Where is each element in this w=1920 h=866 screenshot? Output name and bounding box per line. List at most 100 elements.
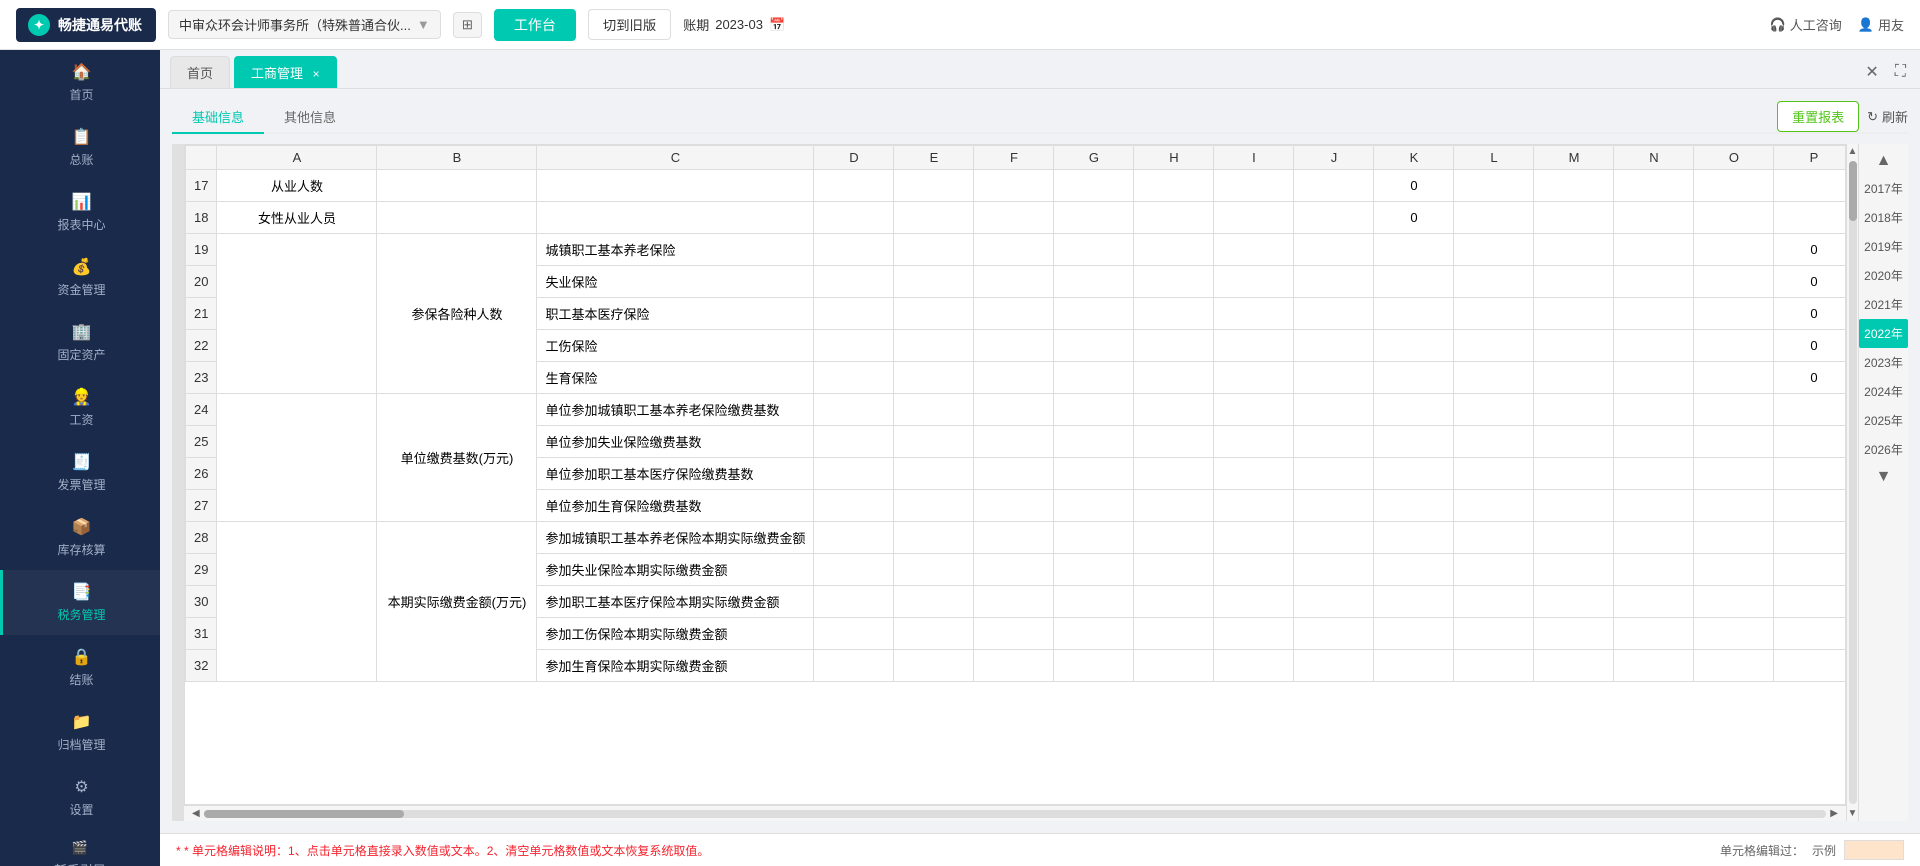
cell-24-j[interactable]: [1294, 394, 1374, 426]
cell-32-j[interactable]: [1294, 650, 1374, 682]
col-header-e[interactable]: E: [894, 146, 974, 170]
col-header-a[interactable]: A: [217, 146, 377, 170]
sidebar-item-asset[interactable]: 🏢 固定资产: [0, 310, 160, 375]
cell-21-h[interactable]: [1134, 298, 1214, 330]
year-item-2023[interactable]: 2023年: [1859, 348, 1908, 377]
cell-25-f[interactable]: [974, 426, 1054, 458]
cell-31-c[interactable]: 参加工伤保险本期实际缴费金额: [537, 618, 814, 650]
cell-24-g[interactable]: [1054, 394, 1134, 426]
cell-21-m[interactable]: [1534, 298, 1614, 330]
col-header-b[interactable]: B: [377, 146, 537, 170]
cell-30-g[interactable]: [1054, 586, 1134, 618]
reset-report-button[interactable]: 重置报表: [1777, 101, 1859, 132]
cell-32-p[interactable]: [1774, 650, 1846, 682]
cell-19-k[interactable]: [1374, 234, 1454, 266]
cell-26-d[interactable]: [814, 458, 894, 490]
cell-31-l[interactable]: [1454, 618, 1534, 650]
cell-25-g[interactable]: [1054, 426, 1134, 458]
year-item-2017[interactable]: 2017年: [1859, 174, 1908, 203]
cell-18-g[interactable]: [1054, 202, 1134, 234]
cell-18-j[interactable]: [1294, 202, 1374, 234]
cell-20-c[interactable]: 失业保险: [537, 266, 814, 298]
year-item-2021[interactable]: 2021年: [1859, 290, 1908, 319]
cell-26-p[interactable]: [1774, 458, 1846, 490]
vscroll-down-button[interactable]: ▼: [1847, 806, 1859, 821]
cell-28-g[interactable]: [1054, 522, 1134, 554]
cell-31-e[interactable]: [894, 618, 974, 650]
cell-21-e[interactable]: [894, 298, 974, 330]
cell-27-d[interactable]: [814, 490, 894, 522]
cell-31-j[interactable]: [1294, 618, 1374, 650]
cell-27-c[interactable]: 单位参加生育保险缴费基数: [537, 490, 814, 522]
cell-18-e[interactable]: [894, 202, 974, 234]
cell-31-o[interactable]: [1694, 618, 1774, 650]
hscroll-left-button[interactable]: ◀: [188, 806, 204, 821]
sidebar-item-home[interactable]: 🏠 首页: [0, 50, 160, 115]
cell-27-k[interactable]: [1374, 490, 1454, 522]
cell-26-n[interactable]: [1614, 458, 1694, 490]
cell-29-i[interactable]: [1214, 554, 1294, 586]
cell-31-k[interactable]: [1374, 618, 1454, 650]
cell-26-e[interactable]: [894, 458, 974, 490]
cell-20-p[interactable]: 0: [1774, 266, 1846, 298]
cell-22-k[interactable]: [1374, 330, 1454, 362]
cell-26-c[interactable]: 单位参加职工基本医疗保险缴费基数: [537, 458, 814, 490]
cell-30-c[interactable]: 参加职工基本医疗保险本期实际缴费金额: [537, 586, 814, 618]
cell-28-l[interactable]: [1454, 522, 1534, 554]
cell-22-l[interactable]: [1454, 330, 1534, 362]
cell-24-o[interactable]: [1694, 394, 1774, 426]
cell-25-l[interactable]: [1454, 426, 1534, 458]
sidebar-item-ledger[interactable]: 📋 总账: [0, 115, 160, 180]
cell-31-h[interactable]: [1134, 618, 1214, 650]
cell-23-f[interactable]: [974, 362, 1054, 394]
col-header-d[interactable]: D: [814, 146, 894, 170]
cell-28-h[interactable]: [1134, 522, 1214, 554]
cell-19-m[interactable]: [1534, 234, 1614, 266]
sidebar-item-payroll[interactable]: 👷 工资: [0, 375, 160, 440]
cell-18-b[interactable]: [377, 202, 537, 234]
cell-19-f[interactable]: [974, 234, 1054, 266]
cell-21-k[interactable]: [1374, 298, 1454, 330]
cell-21-d[interactable]: [814, 298, 894, 330]
cell-19-g[interactable]: [1054, 234, 1134, 266]
sidebar-item-inventory[interactable]: 📦 库存核算: [0, 505, 160, 570]
copy-button[interactable]: ⊞: [453, 12, 482, 38]
cell-17-n[interactable]: [1614, 170, 1694, 202]
cell-25-h[interactable]: [1134, 426, 1214, 458]
cell-19-i[interactable]: [1214, 234, 1294, 266]
cell-18-c[interactable]: [537, 202, 814, 234]
cell-17-g[interactable]: [1054, 170, 1134, 202]
service-button[interactable]: 🎧 人工咨询: [1770, 15, 1842, 34]
cell-32-h[interactable]: [1134, 650, 1214, 682]
cell-17-d[interactable]: [814, 170, 894, 202]
cell-18-a[interactable]: 女性从业人员: [217, 202, 377, 234]
cell-26-j[interactable]: [1294, 458, 1374, 490]
cell-24-a[interactable]: [217, 394, 377, 522]
cell-29-k[interactable]: [1374, 554, 1454, 586]
cell-27-n[interactable]: [1614, 490, 1694, 522]
cell-29-o[interactable]: [1694, 554, 1774, 586]
cell-24-m[interactable]: [1534, 394, 1614, 426]
sidebar-item-archive[interactable]: 📁 归档管理: [0, 700, 160, 765]
cell-28-c[interactable]: 参加城镇职工基本养老保险本期实际缴费金额: [537, 522, 814, 554]
refresh-button[interactable]: ↻ 刷新: [1867, 107, 1908, 126]
col-header-o[interactable]: O: [1694, 146, 1774, 170]
cell-26-f[interactable]: [974, 458, 1054, 490]
cell-29-c[interactable]: 参加失业保险本期实际缴费金额: [537, 554, 814, 586]
cell-25-j[interactable]: [1294, 426, 1374, 458]
cell-21-f[interactable]: [974, 298, 1054, 330]
cell-20-g[interactable]: [1054, 266, 1134, 298]
cell-22-n[interactable]: [1614, 330, 1694, 362]
year-item-2019[interactable]: 2019年: [1859, 232, 1908, 261]
cell-18-m[interactable]: [1534, 202, 1614, 234]
cell-29-p[interactable]: [1774, 554, 1846, 586]
cell-24-i[interactable]: [1214, 394, 1294, 426]
cell-32-l[interactable]: [1454, 650, 1534, 682]
cell-24-d[interactable]: [814, 394, 894, 426]
cell-25-c[interactable]: 单位参加失业保险缴费基数: [537, 426, 814, 458]
cell-28-p[interactable]: [1774, 522, 1846, 554]
old-version-button[interactable]: 切到旧版: [588, 9, 671, 40]
cell-18-k[interactable]: 0: [1374, 202, 1454, 234]
cell-30-m[interactable]: [1534, 586, 1614, 618]
cell-23-j[interactable]: [1294, 362, 1374, 394]
